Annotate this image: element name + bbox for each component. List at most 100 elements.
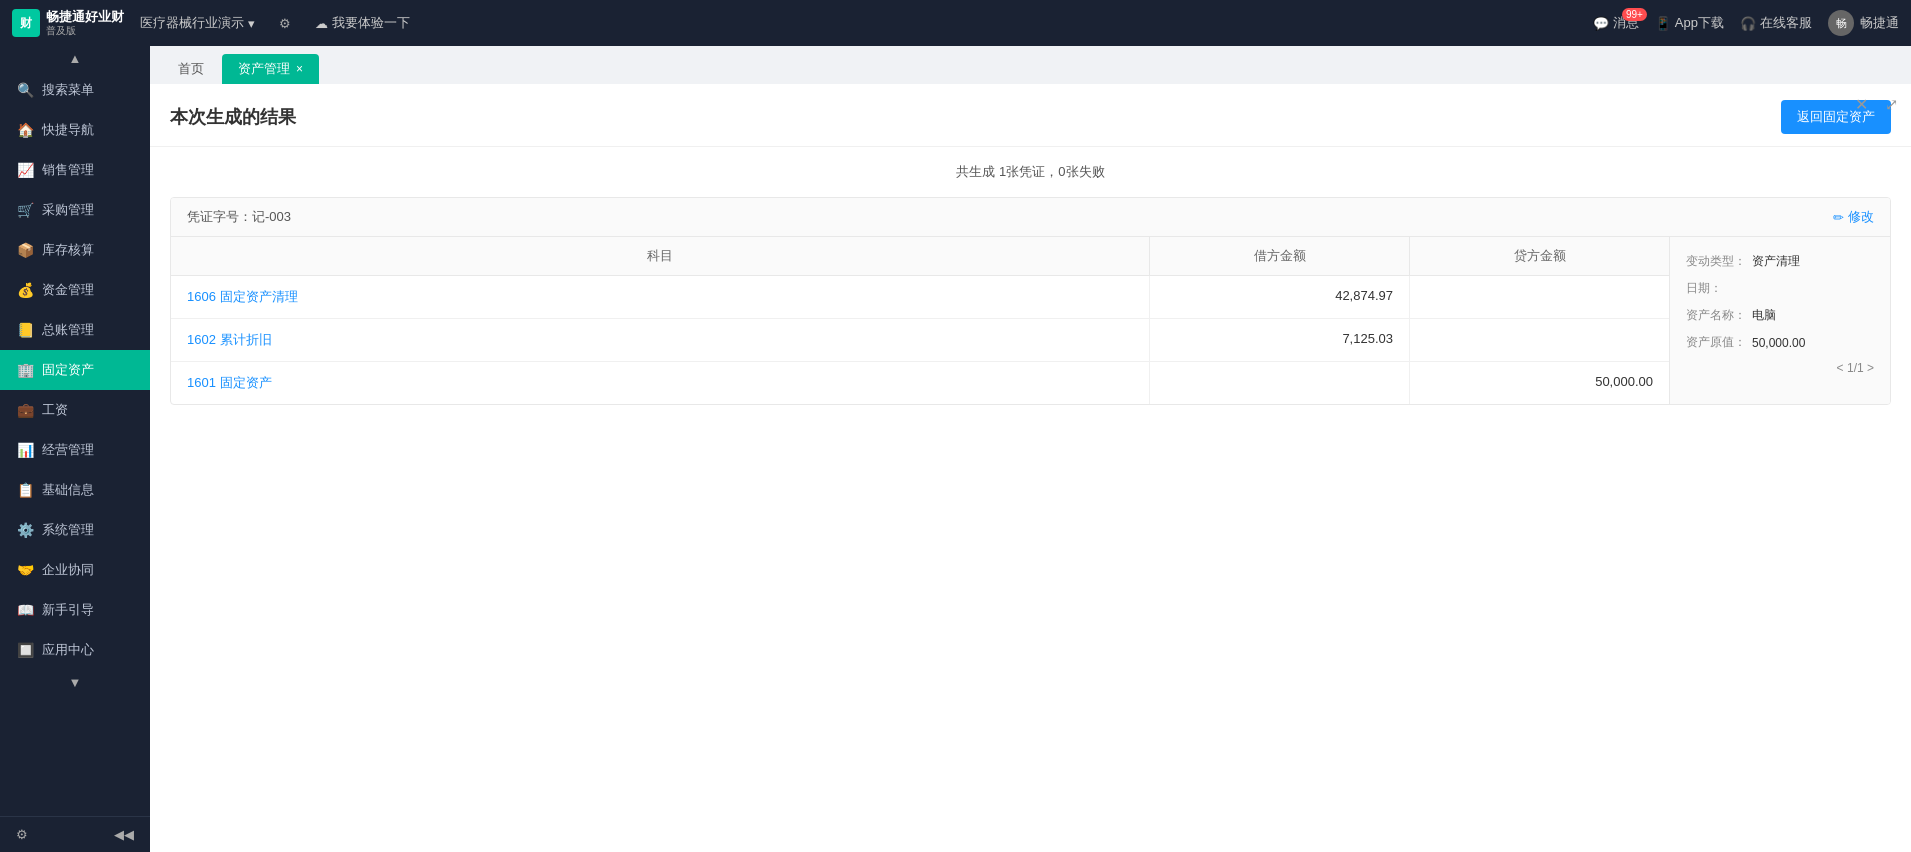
page-content: ✕ ⤢ 本次生成的结果 返回固定资产 共生成 1张凭证，0张失败 凭证字号：记-… [150,84,1911,852]
content-area: 首页 资产管理 × ✕ ⤢ 本次生成的结果 返回固定资产 共生成 1张凭证，0张… [150,46,1911,852]
table-header: 科目 借方金额 贷方金额 [171,237,1669,276]
cell-debit-3 [1149,362,1409,404]
logo-subtitle: 普及版 [46,25,124,37]
cloud-icon: ☁ [315,16,328,31]
side-panel-change-type: 变动类型： 资产清理 [1686,253,1874,270]
sidebar-item-search[interactable]: 🔍 搜索菜单 [0,70,150,110]
cell-subject-1[interactable]: 1606 固定资产清理 [171,276,1149,318]
col-header-subject: 科目 [171,237,1149,275]
cell-debit-2: 7,125.03 [1149,319,1409,361]
sidebar-item-guide[interactable]: 📖 新手引导 [0,590,150,630]
cell-subject-3[interactable]: 1601 固定资产 [171,362,1149,404]
cell-credit-3: 50,000.00 [1409,362,1669,404]
guide-icon: 📖 [16,601,34,619]
cell-credit-1 [1409,276,1669,318]
service-icon: 🎧 [1740,16,1756,31]
operations-icon: 📊 [16,441,34,459]
tab-home-label: 首页 [178,61,204,76]
side-panel: 变动类型： 资产清理 日期： 资产名称： 电脑 [1670,237,1890,404]
voucher-container: 凭证字号：记-003 ✏ 修改 科目 [150,197,1911,425]
sidebar-item-capital[interactable]: 💰 资金管理 [0,270,150,310]
sidebar-item-app-center[interactable]: 🔲 应用中心 [0,630,150,670]
expand-panel-button[interactable]: ⤢ [1879,92,1903,116]
sidebar-item-inventory[interactable]: 📦 库存核算 [0,230,150,270]
sidebar-item-purchase[interactable]: 🛒 采购管理 [0,190,150,230]
voucher-body: 科目 借方金额 贷方金额 [171,237,1890,404]
sidebar-item-basic-info[interactable]: 📋 基础信息 [0,470,150,510]
summary-text: 共生成 1张凭证，0张失败 [956,164,1104,179]
sidebar-item-quick-nav[interactable]: 🏠 快捷导航 [0,110,150,150]
tab-asset-mgmt[interactable]: 资产管理 × [222,54,319,84]
company-selector[interactable]: 医疗器械行业演示 ▾ [132,10,263,36]
sidebar-label-ledger: 总账管理 [42,321,94,339]
sidebar-label-basic-info: 基础信息 [42,481,94,499]
side-panel-pagination: < 1/1 > [1686,361,1874,375]
sidebar-label-app-center: 应用中心 [42,641,94,659]
sidebar-item-sales[interactable]: 📈 销售管理 [0,150,150,190]
sidebar-item-enterprise[interactable]: 🤝 企业协同 [0,550,150,590]
dropdown-icon: ▾ [248,16,255,31]
payroll-icon: 💼 [16,401,34,419]
sidebar-label-search: 搜索菜单 [42,81,94,99]
col-header-credit: 贷方金额 [1409,237,1669,275]
change-type-value: 资产清理 [1752,253,1800,270]
company-name: 医疗器械行业演示 [140,14,244,32]
online-service-button[interactable]: 🎧 在线客服 [1740,14,1812,32]
messages-button[interactable]: 💬 消息 99+ [1593,14,1639,32]
sales-icon: 📈 [16,161,34,179]
app-download-button[interactable]: 📱 App下载 [1655,14,1724,32]
sidebar-label-inventory: 库存核算 [42,241,94,259]
fixed-assets-icon: 🏢 [16,361,34,379]
sidebar-label-capital: 资金管理 [42,281,94,299]
logo-icon: 财 [12,9,40,37]
tab-bar: 首页 资产管理 × [150,46,1911,84]
avatar: 畅 [1828,10,1854,36]
search-icon: 🔍 [16,81,34,99]
sidebar-bottom: ⚙ ◀◀ [0,816,150,852]
sidebar: ▲ 🔍 搜索菜单 🏠 快捷导航 📈 销售管理 🛒 采购管理 📦 库存核算 💰 资… [0,46,150,852]
user-info[interactable]: 畅 畅捷通 [1828,10,1899,36]
sidebar-label-purchase: 采购管理 [42,201,94,219]
inventory-icon: 📦 [16,241,34,259]
header-right: 💬 消息 99+ 📱 App下载 🎧 在线客服 畅 畅捷通 [1593,10,1899,36]
table-row: ✓ 成功 1606 固定资产清理 42,874.97 [171,276,1669,319]
logo-area: 财 畅捷通好业财 普及版 [12,9,124,37]
tab-close-icon[interactable]: × [296,63,303,75]
header-left: 财 畅捷通好业财 普及版 医疗器械行业演示 ▾ ⚙ ☁ 我要体验一下 [12,9,418,37]
settings-button[interactable]: ⚙ [271,9,299,37]
pagination-next[interactable]: > [1867,361,1874,375]
sidebar-item-operations[interactable]: 📊 经营管理 [0,430,150,470]
sidebar-settings-btn[interactable]: ⚙ [16,827,28,842]
enterprise-icon: 🤝 [16,561,34,579]
original-value-value: 50,000.00 [1752,336,1805,350]
panel-controls: ✕ ⤢ [1849,92,1903,116]
home-icon: 🏠 [16,121,34,139]
sidebar-label-operations: 经营管理 [42,441,94,459]
app-center-icon: 🔲 [16,641,34,659]
col-header-debit: 借方金额 [1149,237,1409,275]
pagination-info: 1/1 [1847,361,1867,375]
ledger-icon: 📒 [16,321,34,339]
message-icon: 💬 [1593,16,1609,31]
cell-subject-2[interactable]: 1602 累计折旧 [171,319,1149,361]
sidebar-item-system[interactable]: ⚙️ 系统管理 [0,510,150,550]
sidebar-item-ledger[interactable]: 📒 总账管理 [0,310,150,350]
change-type-label: 变动类型： [1686,253,1746,270]
side-panel-asset-name: 资产名称： 电脑 [1686,307,1874,324]
edit-icon: ✏ [1833,210,1844,225]
experience-button[interactable]: ☁ 我要体验一下 [307,10,418,36]
page-title: 本次生成的结果 [170,105,296,129]
sidebar-label-enterprise: 企业协同 [42,561,94,579]
sidebar-scroll-up[interactable]: ▲ [0,46,150,70]
sidebar-item-payroll[interactable]: 💼 工资 [0,390,150,430]
sidebar-item-fixed-assets[interactable]: 🏢 固定资产 [0,350,150,390]
edit-voucher-button[interactable]: ✏ 修改 [1833,208,1874,226]
sidebar-label-payroll: 工资 [42,401,68,419]
sidebar-collapse-btn[interactable]: ◀◀ [114,827,134,842]
sidebar-scroll-down[interactable]: ▼ [0,670,150,694]
tab-home[interactable]: 首页 [162,54,220,84]
pagination-prev[interactable]: < [1837,361,1844,375]
voucher-card: 凭证字号：记-003 ✏ 修改 科目 [170,197,1891,405]
close-panel-button[interactable]: ✕ [1849,92,1873,116]
download-icon: 📱 [1655,16,1671,31]
